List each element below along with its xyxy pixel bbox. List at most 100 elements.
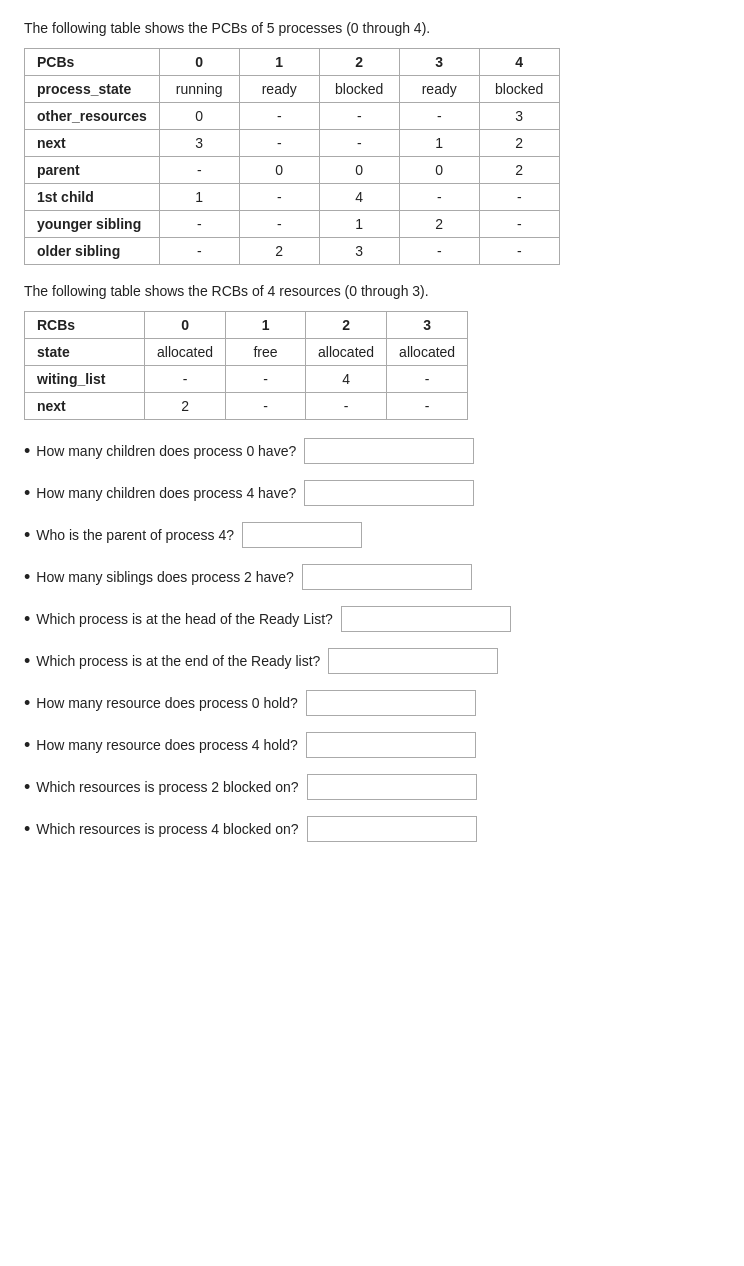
- pcb-cell-1-1: 0: [159, 103, 239, 130]
- table-row: process_staterunningreadyblockedreadyblo…: [25, 76, 560, 103]
- bullet-icon: •: [24, 652, 30, 670]
- pcb-header-1: 0: [159, 49, 239, 76]
- intro-rcb-text: The following table shows the RCBs of 4 …: [24, 283, 720, 299]
- pcb-cell-5-3: 1: [319, 211, 399, 238]
- pcb-cell-6-1: -: [159, 238, 239, 265]
- question-label-4: How many siblings does process 2 have?: [36, 569, 294, 585]
- pcb-cell-6-5: -: [479, 238, 559, 265]
- pcb-cell-2-1: 3: [159, 130, 239, 157]
- rcb-header-0: RCBs: [25, 312, 145, 339]
- pcb-cell-4-2: -: [239, 184, 319, 211]
- pcb-cell-6-4: -: [399, 238, 479, 265]
- bullet-icon: •: [24, 526, 30, 544]
- pcb-cell-0-2: ready: [239, 76, 319, 103]
- pcb-cell-1-4: -: [399, 103, 479, 130]
- pcb-header-3: 2: [319, 49, 399, 76]
- pcb-cell-1-0: other_resources: [25, 103, 160, 130]
- pcb-cell-3-0: parent: [25, 157, 160, 184]
- question-row-1: • How many children does process 0 have?: [24, 438, 720, 464]
- bullet-icon: •: [24, 568, 30, 586]
- bullet-icon: •: [24, 442, 30, 460]
- question-label-3: Who is the parent of process 4?: [36, 527, 234, 543]
- answer-input-6[interactable]: [328, 648, 498, 674]
- pcb-cell-3-5: 2: [479, 157, 559, 184]
- table-row: stateallocatedfreeallocatedallocated: [25, 339, 468, 366]
- table-row: other_resources0---3: [25, 103, 560, 130]
- bullet-icon: •: [24, 820, 30, 838]
- table-row: next2---: [25, 393, 468, 420]
- rcb-cell-0-1: allocated: [145, 339, 226, 366]
- pcb-header-0: PCBs: [25, 49, 160, 76]
- answer-input-8[interactable]: [306, 732, 476, 758]
- rcb-cell-0-2: free: [226, 339, 306, 366]
- pcb-cell-1-5: 3: [479, 103, 559, 130]
- bullet-icon: •: [24, 778, 30, 796]
- pcb-cell-3-3: 0: [319, 157, 399, 184]
- pcb-cell-4-3: 4: [319, 184, 399, 211]
- rcb-cell-2-4: -: [387, 393, 468, 420]
- rcb-cell-0-4: allocated: [387, 339, 468, 366]
- pcb-table: PCBs01234 process_staterunningreadyblock…: [24, 48, 560, 265]
- pcb-cell-2-3: -: [319, 130, 399, 157]
- pcb-cell-0-0: process_state: [25, 76, 160, 103]
- answer-input-3[interactable]: [242, 522, 362, 548]
- question-label-6: Which process is at the end of the Ready…: [36, 653, 320, 669]
- answer-input-10[interactable]: [307, 816, 477, 842]
- answer-input-9[interactable]: [307, 774, 477, 800]
- table-row: next3--12: [25, 130, 560, 157]
- pcb-cell-3-1: -: [159, 157, 239, 184]
- rcb-cell-2-3: -: [306, 393, 387, 420]
- question-label-2: How many children does process 4 have?: [36, 485, 296, 501]
- table-row: 1st child1-4--: [25, 184, 560, 211]
- rcb-cell-0-0: state: [25, 339, 145, 366]
- rcb-cell-2-0: next: [25, 393, 145, 420]
- bullet-icon: •: [24, 736, 30, 754]
- answer-input-4[interactable]: [302, 564, 472, 590]
- pcb-header-4: 3: [399, 49, 479, 76]
- answer-input-1[interactable]: [304, 438, 474, 464]
- pcb-cell-4-1: 1: [159, 184, 239, 211]
- pcb-cell-4-0: 1st child: [25, 184, 160, 211]
- rcb-header-2: 1: [226, 312, 306, 339]
- bullet-icon: •: [24, 610, 30, 628]
- pcb-header-2: 1: [239, 49, 319, 76]
- question-label-9: Which resources is process 2 blocked on?: [36, 779, 298, 795]
- rcb-cell-2-2: -: [226, 393, 306, 420]
- rcb-cell-1-4: -: [387, 366, 468, 393]
- pcb-cell-5-2: -: [239, 211, 319, 238]
- pcb-cell-6-2: 2: [239, 238, 319, 265]
- pcb-cell-0-3: blocked: [319, 76, 399, 103]
- pcb-cell-0-5: blocked: [479, 76, 559, 103]
- pcb-cell-1-3: -: [319, 103, 399, 130]
- answer-input-5[interactable]: [341, 606, 511, 632]
- bullet-icon: •: [24, 484, 30, 502]
- pcb-cell-5-0: younger sibling: [25, 211, 160, 238]
- question-row-4: • How many siblings does process 2 have?: [24, 564, 720, 590]
- question-row-8: •How many resource does process 4 hold?: [24, 732, 720, 758]
- rcb-cell-0-3: allocated: [306, 339, 387, 366]
- pcb-cell-3-4: 0: [399, 157, 479, 184]
- answer-input-7[interactable]: [306, 690, 476, 716]
- rcb-cell-1-0: witing_list: [25, 366, 145, 393]
- pcb-cell-2-4: 1: [399, 130, 479, 157]
- question-label-1: How many children does process 0 have?: [36, 443, 296, 459]
- intro-pcb-text: The following table shows the PCBs of 5 …: [24, 20, 720, 36]
- rcb-header-1: 0: [145, 312, 226, 339]
- question-row-6: • Which process is at the end of the Read…: [24, 648, 720, 674]
- pcb-header-5: 4: [479, 49, 559, 76]
- pcb-cell-1-2: -: [239, 103, 319, 130]
- pcb-cell-6-3: 3: [319, 238, 399, 265]
- pcb-cell-2-2: -: [239, 130, 319, 157]
- question-label-10: Which resources is process 4 blocked on?: [36, 821, 298, 837]
- pcb-cell-0-4: ready: [399, 76, 479, 103]
- table-row: witing_list--4-: [25, 366, 468, 393]
- question-row-9: • Which resources is process 2 blocked on…: [24, 774, 720, 800]
- pcb-cell-0-1: running: [159, 76, 239, 103]
- question-row-2: • How many children does process 4 have?: [24, 480, 720, 506]
- rcb-cell-2-1: 2: [145, 393, 226, 420]
- rcb-cell-1-2: -: [226, 366, 306, 393]
- pcb-cell-2-5: 2: [479, 130, 559, 157]
- table-row: older sibling-23--: [25, 238, 560, 265]
- rcb-cell-1-3: 4: [306, 366, 387, 393]
- answer-input-2[interactable]: [304, 480, 474, 506]
